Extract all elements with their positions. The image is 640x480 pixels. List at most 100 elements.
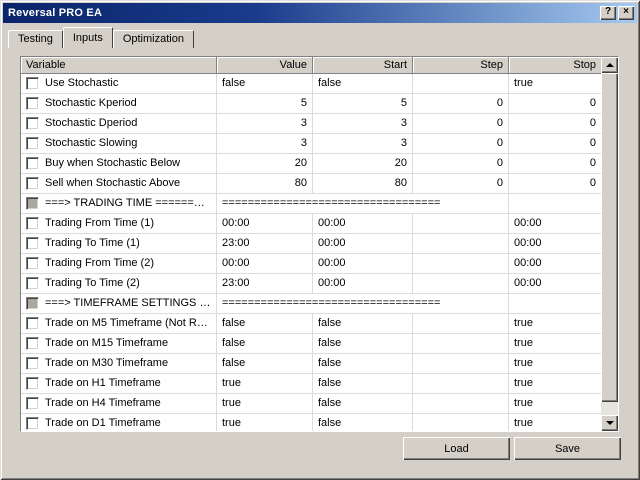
cell-value[interactable]: 3 <box>217 114 313 134</box>
tab-optimization[interactable]: Optimization <box>112 30 194 48</box>
help-button[interactable]: ? <box>600 6 616 20</box>
cell-stop[interactable]: true <box>509 74 601 94</box>
row-checkbox[interactable] <box>26 177 39 190</box>
cell-value[interactable]: true <box>217 414 313 431</box>
cell-step[interactable]: 0 <box>413 114 509 134</box>
scroll-up-button[interactable] <box>601 57 618 73</box>
cell-start[interactable]: false <box>313 374 413 394</box>
cell-value[interactable]: 00:00 <box>217 214 313 234</box>
cell-stop[interactable]: 0 <box>509 134 601 154</box>
cell-stop[interactable]: 0 <box>509 114 601 134</box>
row-checkbox[interactable] <box>26 197 39 210</box>
cell-stop[interactable]: 0 <box>509 174 601 194</box>
cell-stop[interactable]: 0 <box>509 94 601 114</box>
cell-value[interactable]: 80 <box>217 174 313 194</box>
vertical-scrollbar[interactable] <box>601 57 618 431</box>
cell-stop[interactable]: true <box>509 394 601 414</box>
cell-start[interactable]: 20 <box>313 154 413 174</box>
row-checkbox[interactable] <box>26 417 39 430</box>
cell-start[interactable]: false <box>313 414 413 431</box>
row-checkbox[interactable] <box>26 397 39 410</box>
save-button[interactable]: Save <box>514 437 621 460</box>
cell-step[interactable] <box>413 394 509 414</box>
titlebar[interactable]: Reversal PRO EA ? × <box>3 3 637 23</box>
cell-stop[interactable]: 00:00 <box>509 234 601 254</box>
cell-value[interactable]: true <box>217 394 313 414</box>
column-header-value[interactable]: Value <box>217 57 313 74</box>
cell-value[interactable]: 20 <box>217 154 313 174</box>
cell-value[interactable]: true <box>217 374 313 394</box>
cell-stop[interactable]: true <box>509 374 601 394</box>
scroll-down-button[interactable] <box>601 415 618 431</box>
row-checkbox[interactable] <box>26 137 39 150</box>
cell-value[interactable]: false <box>217 74 313 94</box>
cell-step[interactable] <box>413 254 509 274</box>
row-checkbox[interactable] <box>26 357 39 370</box>
cell-stop[interactable]: true <box>509 414 601 431</box>
cell-value[interactable]: false <box>217 334 313 354</box>
cell-start[interactable]: false <box>313 314 413 334</box>
column-header-start[interactable]: Start <box>313 57 413 74</box>
row-checkbox[interactable] <box>26 277 39 290</box>
row-checkbox[interactable] <box>26 377 39 390</box>
cell-start[interactable]: 00:00 <box>313 254 413 274</box>
row-checkbox[interactable] <box>26 237 39 250</box>
cell-step[interactable] <box>413 334 509 354</box>
cell-step[interactable] <box>413 274 509 294</box>
cell-step[interactable] <box>413 354 509 374</box>
cell-value[interactable]: false <box>217 354 313 374</box>
cell-stop[interactable]: 00:00 <box>509 274 601 294</box>
row-checkbox[interactable] <box>26 117 39 130</box>
cell-stop[interactable]: 00:00 <box>509 254 601 274</box>
cell-start[interactable]: false <box>313 354 413 374</box>
cell-stop[interactable]: true <box>509 314 601 334</box>
scrollbar-thumb[interactable] <box>601 73 618 402</box>
cell-value[interactable]: 3 <box>217 134 313 154</box>
column-header-variable[interactable]: Variable <box>21 57 217 74</box>
cell-step[interactable]: 0 <box>413 134 509 154</box>
cell-start[interactable]: 3 <box>313 114 413 134</box>
scrollbar-track[interactable] <box>601 73 618 415</box>
cell-step[interactable]: 0 <box>413 174 509 194</box>
cell-start[interactable]: false <box>313 334 413 354</box>
load-button[interactable]: Load <box>403 437 510 460</box>
cell-start[interactable]: 00:00 <box>313 234 413 254</box>
row-checkbox[interactable] <box>26 77 39 90</box>
cell-step[interactable] <box>413 74 509 94</box>
cell-start[interactable]: 80 <box>313 174 413 194</box>
cell-value[interactable]: 5 <box>217 94 313 114</box>
cell-step[interactable] <box>413 414 509 431</box>
cell-step[interactable] <box>413 374 509 394</box>
cell-value[interactable]: 23:00 <box>217 274 313 294</box>
cell-stop[interactable]: 0 <box>509 154 601 174</box>
cell-stop[interactable]: true <box>509 354 601 374</box>
cell-step[interactable]: 0 <box>413 154 509 174</box>
cell-step[interactable] <box>413 234 509 254</box>
row-checkbox[interactable] <box>26 217 39 230</box>
tab-testing[interactable]: Testing <box>8 30 63 48</box>
cell-start[interactable]: 00:00 <box>313 214 413 234</box>
row-checkbox[interactable] <box>26 337 39 350</box>
row-checkbox[interactable] <box>26 257 39 270</box>
column-header-stop[interactable]: Stop <box>509 57 601 74</box>
cell-start[interactable]: false <box>313 394 413 414</box>
cell-start[interactable]: false <box>313 74 413 94</box>
cell-step[interactable] <box>413 314 509 334</box>
row-checkbox[interactable] <box>26 317 39 330</box>
cell-value[interactable]: false <box>217 314 313 334</box>
close-button[interactable]: × <box>618 6 634 20</box>
cell-stop[interactable]: true <box>509 334 601 354</box>
row-checkbox[interactable] <box>26 157 39 170</box>
row-checkbox[interactable] <box>26 297 39 310</box>
cell-step[interactable]: 0 <box>413 94 509 114</box>
cell-step[interactable] <box>413 214 509 234</box>
cell-stop[interactable]: 00:00 <box>509 214 601 234</box>
cell-start[interactable]: 3 <box>313 134 413 154</box>
cell-start[interactable]: 00:00 <box>313 274 413 294</box>
row-checkbox[interactable] <box>26 97 39 110</box>
cell-value[interactable]: 23:00 <box>217 234 313 254</box>
tab-inputs[interactable]: Inputs <box>62 27 113 48</box>
column-header-step[interactable]: Step <box>413 57 509 74</box>
cell-value[interactable]: 00:00 <box>217 254 313 274</box>
cell-start[interactable]: 5 <box>313 94 413 114</box>
